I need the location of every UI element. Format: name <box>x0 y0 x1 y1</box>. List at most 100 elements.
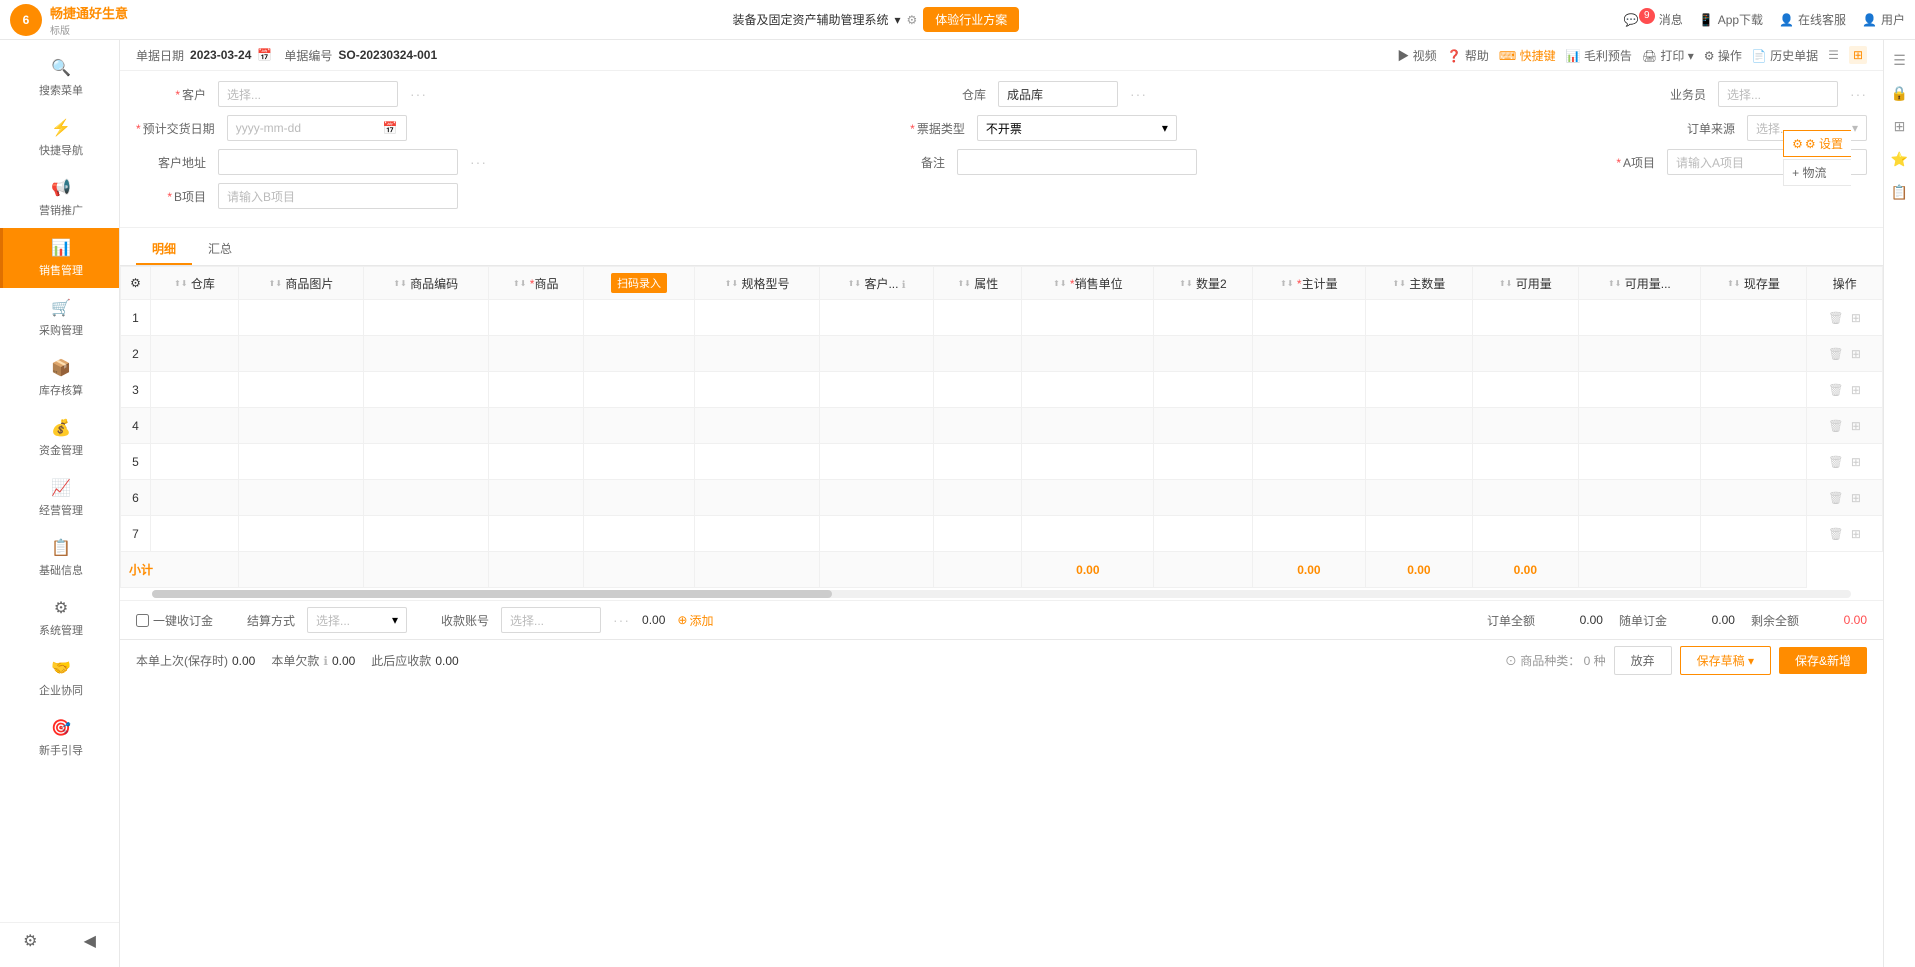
delete-row-3[interactable]: 🗑 <box>1828 383 1843 397</box>
address-more[interactable]: ··· <box>470 154 487 170</box>
sidebar-item-search[interactable]: 🔍 搜索菜单 <box>0 48 119 108</box>
th-available[interactable]: ⬆⬇ 可用量 <box>1472 267 1578 300</box>
th-main-qty[interactable]: ⬆⬇ 主数量 <box>1366 267 1472 300</box>
th-product[interactable]: ⬆⬇ *商品 <box>488 267 583 300</box>
cell-unit-6[interactable] <box>1022 480 1154 516</box>
view-toggle-list[interactable]: ☰ <box>1828 48 1839 62</box>
cell-spec-7[interactable] <box>695 516 820 552</box>
th-unit[interactable]: ⬆⬇ *销售单位 <box>1022 267 1154 300</box>
cell-code-4[interactable] <box>363 408 488 444</box>
cell-attr-5[interactable] <box>934 444 1022 480</box>
copy-row-7[interactable]: ⊞ <box>1851 527 1861 541</box>
copy-row-6[interactable]: ⊞ <box>1851 491 1861 505</box>
th-spec[interactable]: ⬆⬇ 规格型号 <box>695 267 820 300</box>
cell-main-qty-1[interactable] <box>1366 300 1472 336</box>
cell-attr-2[interactable] <box>934 336 1022 372</box>
cell-product-3[interactable] <box>488 372 583 408</box>
help-btn[interactable]: ❓ 帮助 <box>1447 47 1489 64</box>
add-payment-btn[interactable]: ⊕ 添加 <box>677 612 713 629</box>
app-download-btn[interactable]: 📱 App下载 <box>1699 11 1763 28</box>
dropdown-arrow-icon[interactable]: ▾ <box>895 13 901 27</box>
customer-more[interactable]: ··· <box>410 86 427 102</box>
shortcut-btn[interactable]: ⌨ 快捷键 <box>1499 47 1556 64</box>
cell-main-qty-4[interactable] <box>1366 408 1472 444</box>
cell-product-4[interactable] <box>488 408 583 444</box>
cell-unit-3[interactable] <box>1022 372 1154 408</box>
cell-qty2-5[interactable] <box>1154 444 1252 480</box>
cell-customer-code-6[interactable] <box>820 480 934 516</box>
cell-spec-6[interactable] <box>695 480 820 516</box>
th-customer-code[interactable]: ⬆⬇ 客户... ℹ <box>820 267 934 300</box>
cell-main-qty-2[interactable] <box>1366 336 1472 372</box>
tab-summary[interactable]: 汇总 <box>192 234 248 265</box>
th-image[interactable]: ⬆⬇ 商品图片 <box>239 267 364 300</box>
th-settings[interactable]: ⚙ <box>121 267 151 300</box>
copy-row-5[interactable]: ⊞ <box>1851 455 1861 469</box>
cell-customer-code-4[interactable] <box>820 408 934 444</box>
settings-icon[interactable]: ⚙ <box>907 13 918 27</box>
th-scan[interactable]: 扫码录入 <box>583 267 694 300</box>
customer-input[interactable]: 选择... <box>218 81 398 107</box>
settings-float-btn[interactable]: ⚙ ⚙ 设置 <box>1783 130 1851 157</box>
cell-main-unit-6[interactable] <box>1252 480 1366 516</box>
sidebar-item-collab[interactable]: 🤝 企业协同 <box>0 648 119 708</box>
cell-main-qty-6[interactable] <box>1366 480 1472 516</box>
sidebar-item-marketing[interactable]: 📢 营销推广 <box>0 168 119 228</box>
sidebar-item-ops[interactable]: 📈 经营管理 <box>0 468 119 528</box>
date-val[interactable]: 2023-03-24 <box>190 48 251 62</box>
cell-attr-3[interactable] <box>934 372 1022 408</box>
cell-main-unit-5[interactable] <box>1252 444 1366 480</box>
save-draft-button[interactable]: 保存草稿 ▾ <box>1680 646 1771 675</box>
copy-row-3[interactable]: ⊞ <box>1851 383 1861 397</box>
cell-main-unit-4[interactable] <box>1252 408 1366 444</box>
cell-warehouse-4[interactable] <box>151 408 239 444</box>
cell-qty2-1[interactable] <box>1154 300 1252 336</box>
cell-unit-1[interactable] <box>1022 300 1154 336</box>
scan-button[interactable]: 扫码录入 <box>611 273 667 293</box>
sidebar-item-guide[interactable]: 🎯 新手引导 <box>0 708 119 768</box>
delete-row-5[interactable]: 🗑 <box>1828 455 1843 469</box>
cell-customer-code-2[interactable] <box>820 336 934 372</box>
cell-unit-4[interactable] <box>1022 408 1154 444</box>
profit-btn[interactable]: 📊 毛利预告 <box>1566 47 1632 64</box>
copy-row-4[interactable]: ⊞ <box>1851 419 1861 433</box>
cell-spec-1[interactable] <box>695 300 820 336</box>
logistics-float-btn[interactable]: + 物流 <box>1783 159 1851 186</box>
cell-unit-7[interactable] <box>1022 516 1154 552</box>
cell-unit-5[interactable] <box>1022 444 1154 480</box>
sidebar-item-purchase[interactable]: 🛒 采购管理 <box>0 288 119 348</box>
cell-spec-2[interactable] <box>695 336 820 372</box>
warehouse-input[interactable]: 成品库 <box>998 81 1118 107</box>
payment-checkbox[interactable] <box>136 614 149 627</box>
cell-warehouse-2[interactable] <box>151 336 239 372</box>
sidebar-item-sales[interactable]: 📊 销售管理 <box>0 228 119 288</box>
h-scrollbar-thumb[interactable] <box>152 590 832 598</box>
note-input[interactable] <box>957 149 1197 175</box>
cell-main-qty-3[interactable] <box>1366 372 1472 408</box>
cell-main-qty-5[interactable] <box>1366 444 1472 480</box>
cell-product-1[interactable] <box>488 300 583 336</box>
right-panel-icon-2[interactable]: 🔒 <box>1887 81 1912 106</box>
cell-qty2-6[interactable] <box>1154 480 1252 516</box>
right-panel-icon-4[interactable]: ⭐ <box>1887 147 1912 172</box>
sidebar-item-system[interactable]: ⚙ 系统管理 <box>0 588 119 648</box>
sidebar-item-finance[interactable]: 💰 资金管理 <box>0 408 119 468</box>
th-stock[interactable]: ⬆⬇ 现存量 <box>1700 267 1806 300</box>
cell-code-5[interactable] <box>363 444 488 480</box>
delete-row-4[interactable]: 🗑 <box>1828 419 1843 433</box>
cell-main-unit-2[interactable] <box>1252 336 1366 372</box>
cell-code-3[interactable] <box>363 372 488 408</box>
cell-unit-2[interactable] <box>1022 336 1154 372</box>
th-code[interactable]: ⬆⬇ 商品编码 <box>363 267 488 300</box>
right-panel-icon-5[interactable]: 📋 <box>1887 180 1912 205</box>
cell-code-2[interactable] <box>363 336 488 372</box>
cell-code-1[interactable] <box>363 300 488 336</box>
collapse-icon[interactable]: ◀ <box>84 931 96 951</box>
cell-spec-5[interactable] <box>695 444 820 480</box>
cell-customer-code-7[interactable] <box>820 516 934 552</box>
cell-attr-1[interactable] <box>934 300 1022 336</box>
message-area[interactable]: 💬 9 消息 <box>1624 11 1683 28</box>
b-project-input[interactable]: 请输入B项目 <box>218 183 458 209</box>
staff-more[interactable]: ··· <box>1850 86 1867 102</box>
warehouse-more[interactable]: ··· <box>1130 86 1147 102</box>
